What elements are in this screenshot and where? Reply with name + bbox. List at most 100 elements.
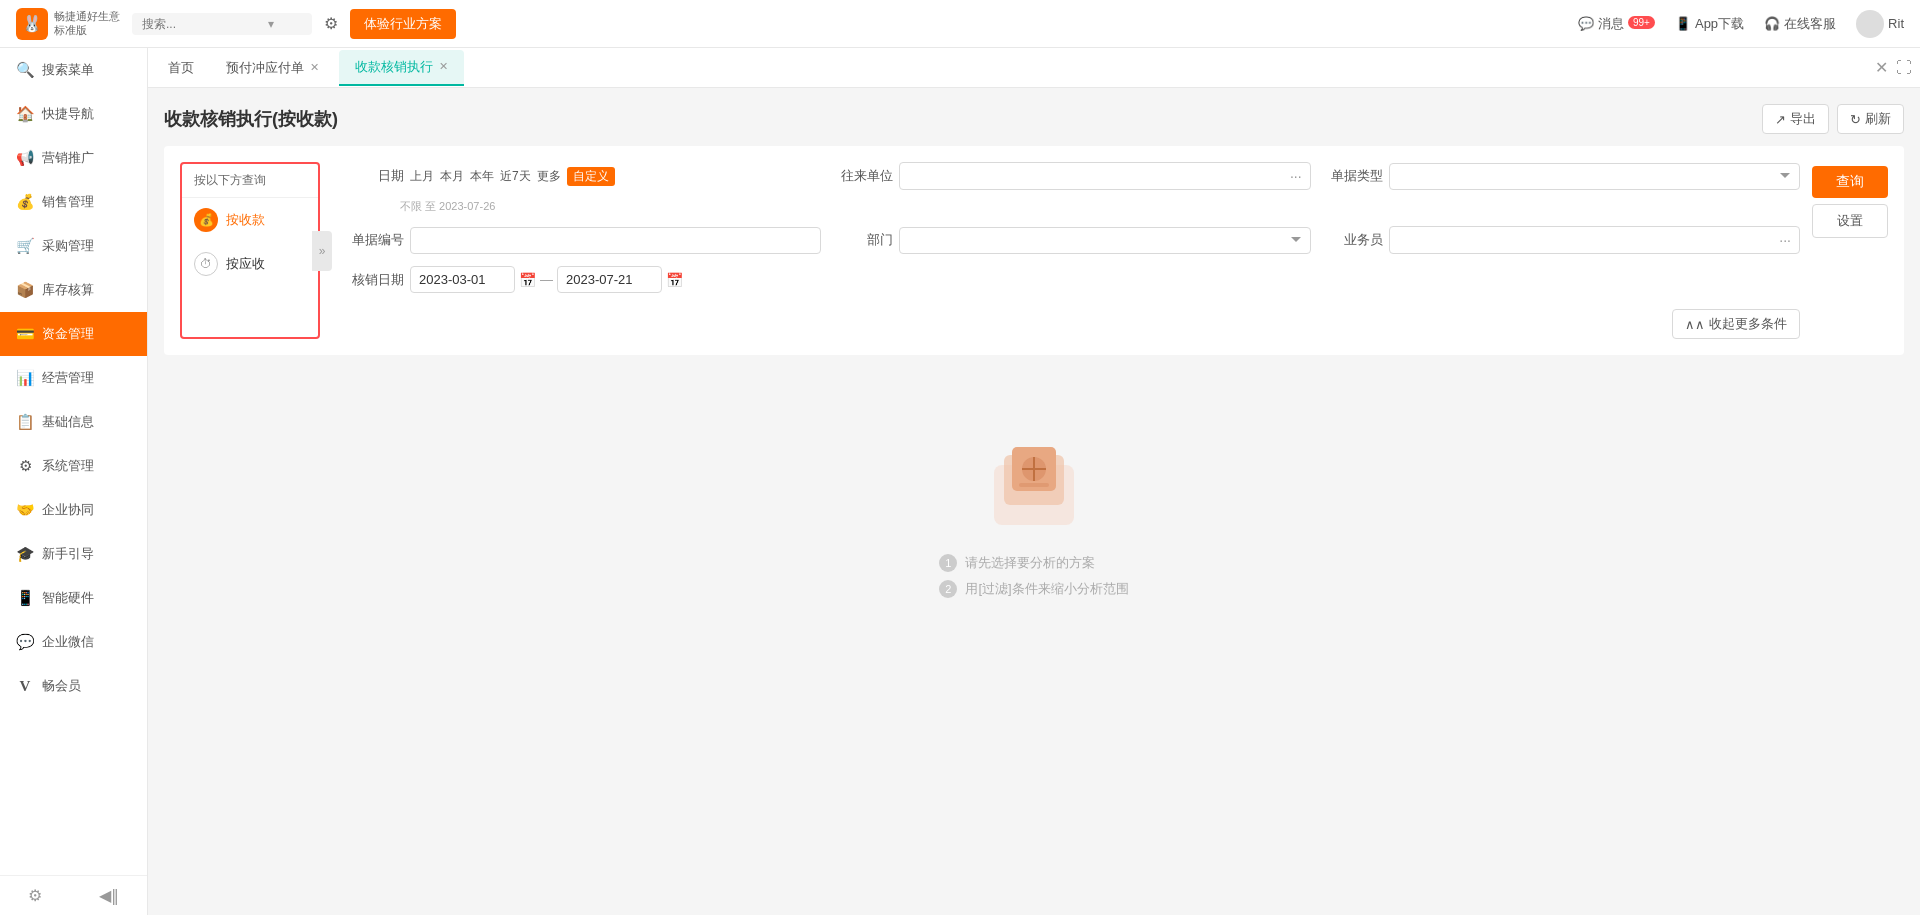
tab-close-prepay[interactable]: ✕: [310, 61, 319, 74]
tab-bar: 首页 预付冲应付单 ✕ 收款核销执行 ✕ ✕ ⛶: [148, 48, 1920, 88]
sidebar-item-cooperation[interactable]: 🤝 企业协同: [0, 488, 147, 532]
sidebar-item-purchase[interactable]: 🛒 采购管理: [0, 224, 147, 268]
tab-home[interactable]: 首页: [156, 51, 206, 85]
svg-rect-6: [1019, 483, 1049, 487]
marketing-icon: 📢: [16, 149, 34, 167]
refresh-button[interactable]: ↻ 刷新: [1837, 104, 1904, 134]
message-item[interactable]: 💬 消息 99+: [1578, 15, 1655, 33]
search-box[interactable]: ▾: [132, 13, 312, 35]
tab-expand-icon[interactable]: ⛶: [1896, 59, 1912, 77]
filter-date-field: 日期 上月 本月 本年 近7天 更多 自定义: [352, 162, 821, 190]
date-btn-this-year[interactable]: 本年: [470, 168, 494, 185]
collapse-panel-button[interactable]: »: [312, 231, 332, 271]
sidebar-collapse-icon[interactable]: ◀‖: [99, 886, 119, 905]
filter-grid-row3: 核销日期 📅 — 📅: [332, 266, 1800, 293]
sidebar-item-hardware[interactable]: 📱 智能硬件: [0, 576, 147, 620]
hint-text-2: 用[过滤]条件来缩小分析范围: [965, 580, 1128, 598]
query-btn-area: 查询 设置: [1812, 162, 1888, 339]
tab-close-receipt[interactable]: ✕: [439, 60, 448, 73]
filter-verify-date-field: 核销日期 📅 — 📅: [352, 266, 821, 293]
empty-hint-1: 1 请先选择要分析的方案: [939, 554, 1128, 572]
sidebar-item-label: 智能硬件: [42, 589, 94, 607]
settings-icon[interactable]: ⚙: [324, 14, 338, 33]
date-btn-last-month[interactable]: 上月: [410, 168, 434, 185]
sidebar-item-system[interactable]: ⚙ 系统管理: [0, 444, 147, 488]
empty-hints: 1 请先选择要分析的方案 2 用[过滤]条件来缩小分析范围: [939, 554, 1128, 598]
tab-receipt-offset[interactable]: 收款核销执行 ✕: [339, 50, 464, 86]
tab-close-all-icon[interactable]: ✕: [1875, 58, 1888, 77]
verify-date-end-cal-icon[interactable]: 📅: [666, 272, 683, 288]
doc-no-input[interactable]: [410, 227, 821, 254]
sidebar-item-member[interactable]: V 畅会员: [0, 664, 147, 708]
operations-icon: 📊: [16, 369, 34, 387]
query-button[interactable]: 查询: [1812, 166, 1888, 198]
query-type-by-receipt[interactable]: 💰 按收款: [182, 198, 318, 242]
date-btn-this-month[interactable]: 本月: [440, 168, 464, 185]
sidebar-item-basic-info[interactable]: 📋 基础信息: [0, 400, 147, 444]
message-label: 消息: [1598, 15, 1624, 33]
verify-date-label: 核销日期: [352, 271, 404, 289]
sidebar-item-marketing[interactable]: 📢 营销推广: [0, 136, 147, 180]
tab-label: 预付冲应付单: [226, 59, 304, 77]
verify-date-start-cal-icon[interactable]: 📅: [519, 272, 536, 288]
filter-dept-field: 部门: [841, 226, 1310, 254]
sidebar-item-wechat[interactable]: 💬 企业微信: [0, 620, 147, 664]
doc-type-select[interactable]: [1389, 163, 1800, 190]
date-btn-custom[interactable]: 自定义: [567, 167, 615, 186]
collapse-more-button[interactable]: ∧∧ 收起更多条件: [1672, 309, 1800, 339]
date-no-limit-text: 不限 至 2023-07-26: [400, 200, 495, 212]
user-item[interactable]: Rit: [1856, 10, 1904, 38]
salesperson-input[interactable]: ···: [1389, 226, 1800, 254]
verify-date-start-input[interactable]: [410, 266, 515, 293]
sidebar-item-label: 企业协同: [42, 501, 94, 519]
export-button[interactable]: ↗ 导出: [1762, 104, 1829, 134]
sidebar-item-quick-nav[interactable]: 🏠 快捷导航: [0, 92, 147, 136]
verify-date-end-input[interactable]: [557, 266, 662, 293]
sidebar-item-label: 畅会员: [42, 677, 81, 695]
online-service-item[interactable]: 🎧 在线客服: [1764, 15, 1836, 33]
message-icon: 💬: [1578, 16, 1594, 31]
sidebar-item-label: 营销推广: [42, 149, 94, 167]
filter-salesperson-field: 业务员 ···: [1331, 226, 1800, 254]
date-btn-more[interactable]: 更多: [537, 168, 561, 185]
export-icon: ↗: [1775, 112, 1786, 127]
member-icon: V: [16, 678, 34, 695]
topbar-right: 💬 消息 99+ 📱 App下载 🎧 在线客服 Rit: [1578, 10, 1904, 38]
query-type-header: 按以下方查询: [182, 172, 318, 198]
verify-date-group: 📅 — 📅: [410, 266, 821, 293]
basic-info-icon: 📋: [16, 413, 34, 431]
sidebar-item-label: 企业微信: [42, 633, 94, 651]
solution-button[interactable]: 体验行业方案: [350, 9, 456, 39]
sidebar-item-operations[interactable]: 📊 经营管理: [0, 356, 147, 400]
wechat-icon: 💬: [16, 633, 34, 651]
tab-prepay-offset[interactable]: 预付冲应付单 ✕: [210, 51, 335, 85]
sidebar-item-inventory[interactable]: 📦 库存核算: [0, 268, 147, 312]
app-download-item[interactable]: 📱 App下载: [1675, 15, 1744, 33]
filter-area: 按以下方查询 💰 按收款 ⏱ 按应收 »: [164, 146, 1904, 355]
sidebar-item-guide[interactable]: 🎓 新手引导: [0, 532, 147, 576]
dept-select[interactable]: [899, 227, 1310, 254]
app-download-label: App下载: [1695, 15, 1744, 33]
search-input[interactable]: [142, 17, 262, 31]
sidebar-item-label: 快捷导航: [42, 105, 94, 123]
query-type-by-receivable[interactable]: ⏱ 按应收: [182, 242, 318, 286]
counterparty-label: 往来单位: [841, 167, 893, 185]
sidebar-item-sales[interactable]: 💰 销售管理: [0, 180, 147, 224]
query-type-panel: 按以下方查询 💰 按收款 ⏱ 按应收 »: [180, 162, 320, 339]
sidebar-settings-icon[interactable]: ⚙: [28, 886, 42, 905]
search-dropdown-icon[interactable]: ▾: [268, 17, 274, 31]
app-download-icon: 📱: [1675, 16, 1691, 31]
doc-no-label: 单据编号: [352, 231, 404, 249]
date-btn-7days[interactable]: 近7天: [500, 168, 531, 185]
sidebar-item-finance[interactable]: 💳 资金管理: [0, 312, 147, 356]
page-title-bar: 收款核销执行(按收款) ↗ 导出 ↻ 刷新: [164, 104, 1904, 134]
topbar: 🐰 畅捷通好生意 标准版 ▾ ⚙ 体验行业方案 💬 消息 99+ 📱 App下载…: [0, 0, 1920, 48]
filter-counterparty-field: 往来单位 ···: [841, 162, 1310, 190]
by-receivable-label: 按应收: [226, 255, 265, 273]
main-layout: 🔍 搜索菜单 🏠 快捷导航 📢 营销推广 💰 销售管理 🛒 采购管理 📦 库存核…: [0, 48, 1920, 915]
sidebar-item-search-menu[interactable]: 🔍 搜索菜单: [0, 48, 147, 92]
by-receipt-icon: 💰: [194, 208, 218, 232]
filter-settings-button[interactable]: 设置: [1812, 204, 1888, 238]
sidebar-item-label: 资金管理: [42, 325, 94, 343]
counterparty-input[interactable]: ···: [899, 162, 1310, 190]
